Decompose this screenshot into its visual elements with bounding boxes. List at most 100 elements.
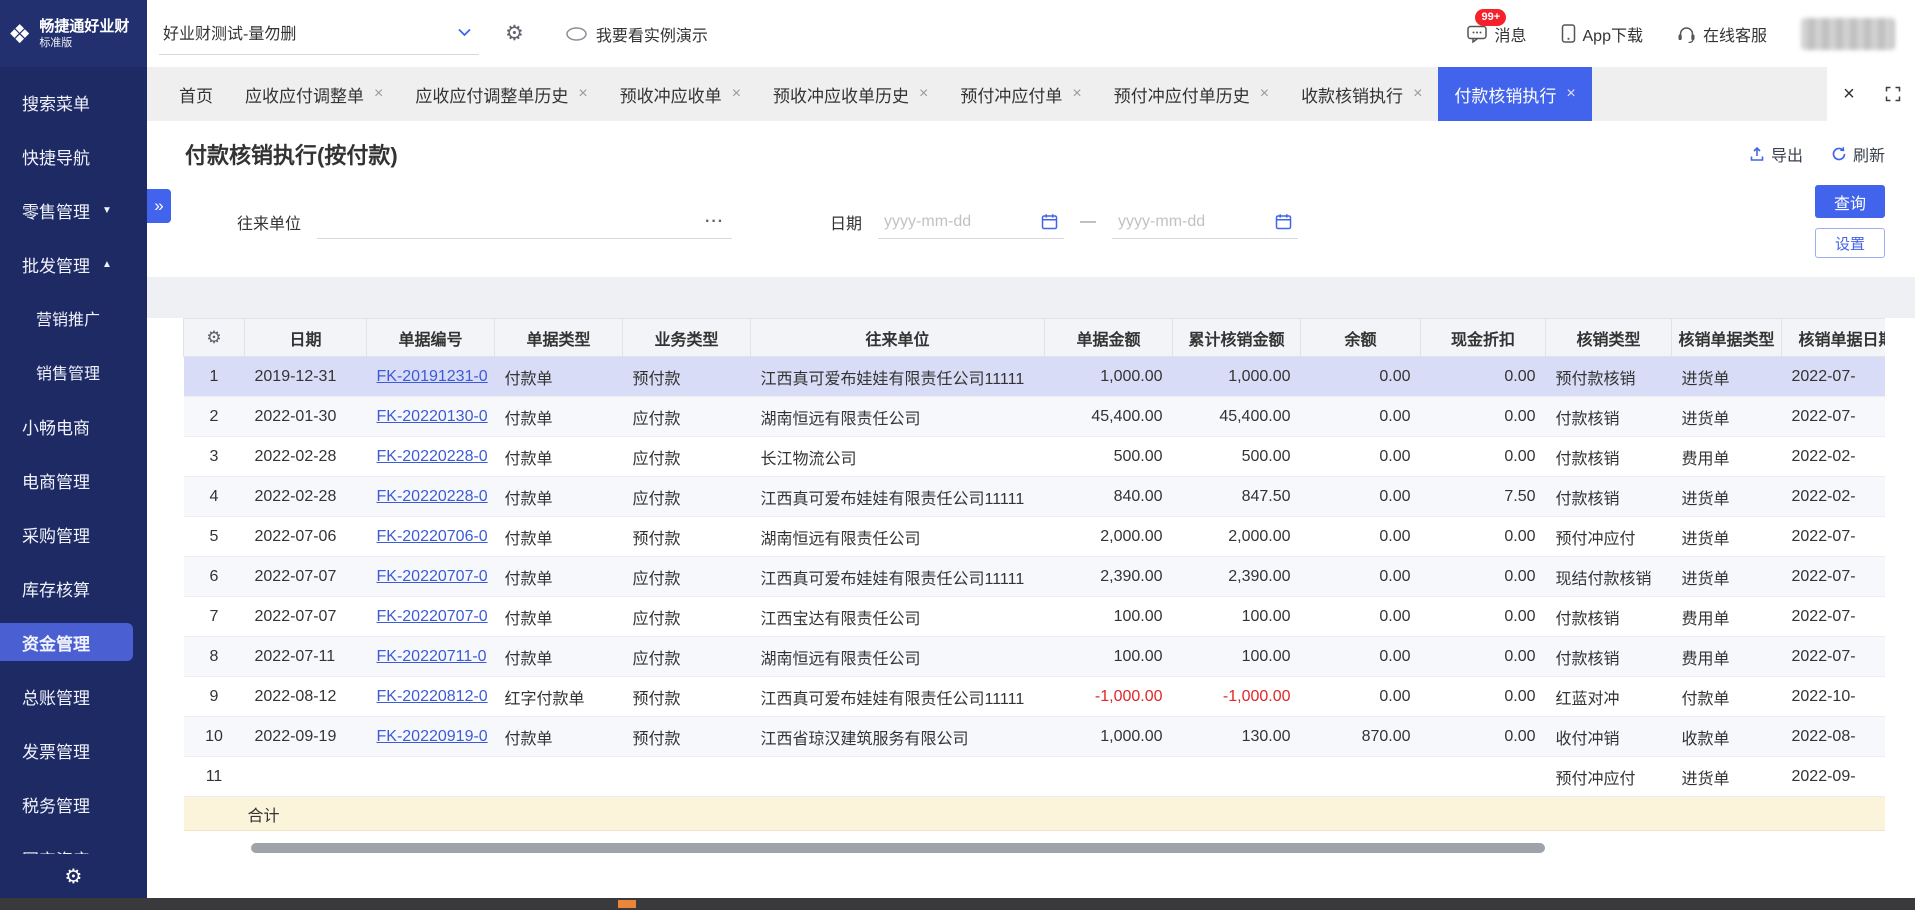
sidebar-item[interactable]: 资金管理 (0, 615, 147, 669)
doc-no-link[interactable]: FK-20220707-0 (377, 568, 488, 585)
sidebar-settings-gear-icon[interactable]: ⚙ (0, 854, 147, 898)
table-row[interactable]: 5 2022-07-06 FK-20220706-0 付款单 预付款 湖南恒远有限责任公司… (183, 516, 1885, 557)
date-range-separator: — (1080, 213, 1097, 230)
tab[interactable]: 预收冲应收单历史 × (757, 67, 944, 121)
horizontal-scrollbar[interactable] (183, 843, 1885, 853)
date-from-input[interactable]: yyyy-mm-dd (878, 205, 1065, 239)
close-tab-icon[interactable]: × (1566, 85, 1575, 103)
app-download-button[interactable]: App下载 (1561, 22, 1643, 46)
sidebar-item[interactable]: 税务管理 (0, 777, 147, 831)
table-row[interactable]: 4 2022-02-28 FK-20220228-0 付款单 应付款 江西真可爱布娃娃有限… (183, 476, 1885, 517)
cell-biz-type: 应付款 (622, 636, 751, 677)
doc-no-link[interactable]: FK-20191231-0 (377, 368, 488, 385)
doc-no-link[interactable]: FK-20220707-0 (377, 608, 488, 625)
sidebar-item[interactable]: 营销推广 (0, 291, 147, 345)
table-zone: ⚙ 日期 单据编号 单据类型 业务类型 往来单位 单据金额 累计核销金额 余额 现金折扣 核销类型核… (147, 318, 1915, 898)
sidebar-item[interactable]: 销售管理 (0, 345, 147, 399)
tab-active[interactable]: 付款核销执行 × (1438, 67, 1592, 121)
column-header: 余额 (1300, 318, 1421, 357)
sidebar-item[interactable]: 发票管理 (0, 723, 147, 777)
messages-button[interactable]: 99+ 消息 (1467, 8, 1527, 46)
table-row[interactable]: 3 2022-02-28 FK-20220228-0 付款单 应付款 长江物流公司 500.… (183, 436, 1885, 477)
table-row[interactable]: 9 2022-08-12 FK-20220812-0 红字付款单 预付款 江西真可爱布娃娃… (183, 676, 1885, 717)
table-row[interactable]: 2 2022-01-30 FK-20220130-0 付款单 应付款 湖南恒远有限责任公司… (183, 396, 1885, 437)
gear-icon[interactable]: ⚙ (206, 328, 221, 347)
doc-no-link[interactable]: FK-20220919-0 (377, 728, 488, 745)
tab[interactable]: 预付冲应付单历史 × (1098, 67, 1285, 121)
close-tab-icon[interactable]: × (919, 85, 928, 103)
doc-no-link[interactable]: FK-20220228-0 (377, 448, 488, 465)
cell-discount: 0.00 (1420, 396, 1546, 437)
cell-amount: 100.00 (1044, 636, 1173, 677)
cell-partner: 湖南恒远有限责任公司 (750, 516, 1045, 557)
close-tab-icon[interactable]: × (732, 85, 741, 103)
close-tab-icon[interactable]: × (1260, 85, 1269, 103)
close-tab-icon[interactable]: × (578, 85, 587, 103)
demo-link[interactable]: 我要看实例演示 (566, 22, 708, 46)
doc-no-link[interactable]: FK-20220711-0 (377, 648, 487, 665)
close-tab-icon[interactable]: × (1072, 85, 1081, 103)
sidebar-item[interactable]: 固定资产 (0, 831, 147, 855)
close-tab-icon[interactable]: × (1413, 85, 1422, 103)
close-tabs-button[interactable]: × (1827, 67, 1871, 121)
tab[interactable]: 预收冲应收单 × (604, 67, 757, 121)
tab[interactable]: 预付冲应付单 × (944, 67, 1097, 121)
cell-biz-type: 预付款 (622, 676, 751, 717)
partner-picker-icon[interactable]: ··· (705, 213, 724, 231)
table-row[interactable]: 10 2022-09-19 FK-20220919-0 付款单 预付款 江西省琼汉建筑服务… (183, 716, 1885, 757)
brand-edition: 标准版 (39, 36, 73, 49)
table-row[interactable]: 11 预付冲应付 进货单 2022-09- (183, 756, 1885, 797)
doc-no-link[interactable]: FK-20220228-0 (377, 488, 488, 505)
sidebar-item-label: 批发管理 (22, 256, 90, 276)
sidebar-item[interactable]: 总账管理 (0, 669, 147, 723)
export-button[interactable]: 导出 (1749, 142, 1803, 166)
tab[interactable]: 收款核销执行 × (1285, 67, 1438, 121)
table-row[interactable]: 7 2022-07-07 FK-20220707-0 付款单 应付款 江西宝达有限责任公司… (183, 596, 1885, 637)
doc-no-link[interactable]: FK-20220706-0 (377, 528, 488, 545)
settings-button[interactable]: 设置 (1815, 228, 1885, 258)
close-tab-icon[interactable]: × (374, 85, 383, 103)
doc-no-link[interactable]: FK-20220812-0 (377, 688, 488, 705)
cell-biz-type (622, 756, 751, 797)
sidebar-item[interactable]: 库存核算 (0, 561, 147, 615)
query-button[interactable]: 查询 (1815, 185, 1885, 218)
cell-settled: 130.00 (1172, 716, 1301, 757)
doc-no-link[interactable]: FK-20220130-0 (377, 408, 488, 425)
scrollbar-thumb[interactable] (251, 843, 1545, 853)
sidebar-item[interactable]: 搜索菜单 (0, 75, 147, 129)
expand-panel-toggle[interactable]: » (147, 189, 171, 223)
sidebar-item[interactable]: 批发管理 ▲ (0, 237, 147, 291)
calendar-icon[interactable] (1275, 213, 1292, 230)
table-row[interactable]: 8 2022-07-11 FK-20220711-0 付款单 应付款 湖南恒远有限责任公司… (183, 636, 1885, 677)
cell-partner: 江西真可爱布娃娃有限责任公司11111 (750, 676, 1045, 717)
tab[interactable]: 首页 (163, 67, 229, 121)
online-support-button[interactable]: 在线客服 (1677, 22, 1767, 46)
taskbar-accent (618, 900, 636, 908)
cell-biz-type: 应付款 (622, 556, 751, 597)
table-row[interactable]: 1 2019-12-31 FK-20191231-0 付款单 预付款 江西真可爱布娃娃有限… (183, 356, 1885, 397)
calendar-icon[interactable] (1041, 213, 1058, 230)
header-gear-icon[interactable]: ⚙ (505, 21, 524, 46)
tab[interactable]: 应收应付调整单历史 × (399, 67, 603, 121)
sidebar-item[interactable]: 电商管理 (0, 453, 147, 507)
cell-discount (1420, 756, 1546, 797)
cell-doc-no: FK-20220228-0 (366, 476, 495, 517)
sidebar-item[interactable]: 小畅电商 (0, 399, 147, 453)
refresh-button[interactable]: 刷新 (1831, 142, 1885, 166)
fullscreen-toggle-icon[interactable] (1871, 67, 1915, 121)
partner-filter-input[interactable]: ··· (317, 205, 733, 239)
sidebar-item[interactable]: 快捷导航 (0, 129, 147, 183)
user-name-redacted[interactable] (1801, 17, 1895, 50)
tab-label: 首页 (179, 86, 213, 106)
page-actions: 导出 刷新 (1749, 142, 1885, 166)
cell-biz-type: 应付款 (622, 436, 751, 477)
cell-partner: 长江物流公司 (750, 436, 1045, 477)
cell-discount: 0.00 (1420, 356, 1546, 397)
sidebar-item[interactable]: 采购管理 (0, 507, 147, 561)
account-selector[interactable]: 好业财测试-量勿删 (159, 12, 479, 55)
row-number-cell: 8 (183, 636, 245, 677)
table-row[interactable]: 6 2022-07-07 FK-20220707-0 付款单 应付款 江西真可爱布娃娃有限… (183, 556, 1885, 597)
date-to-input[interactable]: yyyy-mm-dd (1112, 205, 1299, 239)
sidebar-item[interactable]: 零售管理 ▼ (0, 183, 147, 237)
tab[interactable]: 应收应付调整单 × (229, 67, 399, 121)
